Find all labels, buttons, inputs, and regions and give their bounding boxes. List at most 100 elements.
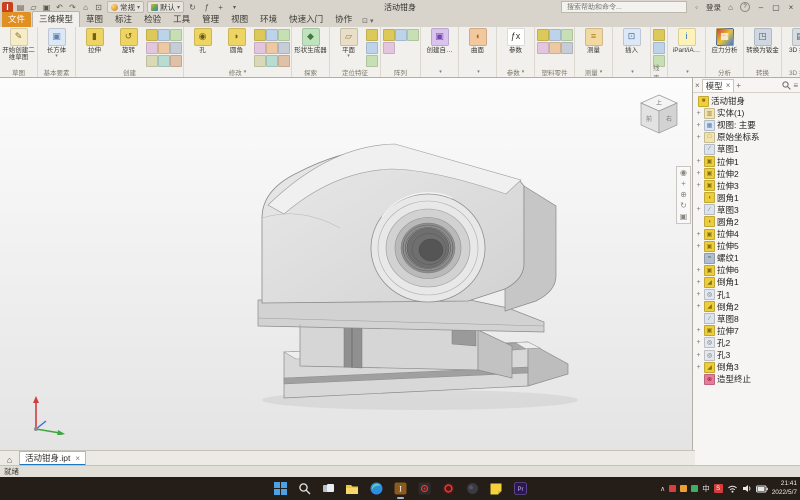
ribbon-tab-10[interactable]: 协作 (329, 12, 358, 27)
point-icon[interactable] (366, 42, 378, 54)
taskbar-edge-icon[interactable] (369, 481, 384, 496)
button-fx[interactable]: ƒx参数 (499, 28, 532, 54)
expand-icon[interactable]: + (695, 327, 702, 334)
browser-tab-model[interactable]: 模型 × (702, 79, 735, 92)
close-panel-icon[interactable]: × (695, 81, 700, 90)
restore-button[interactable]: ▢ (769, 1, 783, 13)
rule-fillet-icon[interactable] (549, 42, 561, 54)
copy-object-icon[interactable] (278, 55, 290, 67)
search-input[interactable] (565, 3, 683, 12)
help-search[interactable] (561, 1, 687, 13)
tree-item-拉伸7[interactable]: +▣拉伸7 (695, 325, 800, 337)
harness2-icon[interactable] (653, 42, 665, 54)
orbit-icon[interactable]: ↻ (680, 202, 687, 210)
expand-icon[interactable]: + (695, 279, 702, 286)
expand-icon[interactable]: + (695, 170, 702, 177)
ribbon-tab-1[interactable]: 三维模型 (32, 11, 80, 27)
harness1-icon[interactable] (653, 29, 665, 41)
tree-item-螺纹1[interactable]: ≈螺纹1 (695, 252, 800, 264)
app-logo[interactable]: I (2, 2, 13, 13)
sign-in-link[interactable]: 登录 (706, 2, 721, 13)
add-tab-icon[interactable]: + (736, 81, 741, 90)
tree-item-草图3[interactable]: +∕草图3 (695, 204, 800, 216)
button-sheetmetal[interactable]: ◳转换为钣金 (746, 28, 779, 54)
ime-indicator[interactable]: 中 (702, 483, 710, 494)
button-insert[interactable]: ⊡插入 (615, 28, 648, 54)
sweep-icon[interactable] (146, 29, 158, 41)
tree-item-圆角2[interactable]: ◖圆角2 (695, 216, 800, 228)
taskbar-camera-app-icon[interactable] (417, 481, 432, 496)
toolbar-overflow-icon[interactable]: ▾ (229, 2, 240, 13)
tree-item-草图1[interactable]: ∕草图1 (695, 143, 800, 155)
ribbon-tab-5[interactable]: 工具 (167, 12, 196, 27)
tree-item-拉伸1[interactable]: +▣拉伸1 (695, 155, 800, 167)
tree-item-拉伸6[interactable]: +▣拉伸6 (695, 264, 800, 276)
button-freeform[interactable]: ▣创建自… (423, 28, 456, 54)
rest-icon[interactable] (561, 29, 573, 41)
menu-icon[interactable]: ≡ (793, 81, 798, 90)
tree-item-拉伸3[interactable]: +▣拉伸3 (695, 180, 800, 192)
shell-icon[interactable] (254, 29, 266, 41)
tree-item-视图: 主要[interactable]: +▦视图: 主要 (695, 119, 800, 131)
close-document-icon[interactable]: × (75, 454, 80, 463)
thread-icon[interactable] (278, 29, 290, 41)
ribbon-display-options-icon[interactable]: ⊡ ▾ (358, 15, 377, 27)
delete-face-icon[interactable] (254, 55, 266, 67)
zoom-icon[interactable]: ⊕ (680, 191, 687, 199)
look-at-icon[interactable]: ▣ (680, 213, 688, 221)
expand-icon[interactable]: + (695, 339, 702, 346)
taskbar-dark-app-icon[interactable] (465, 481, 480, 496)
ribbon-tab-8[interactable]: 环境 (254, 12, 283, 27)
3d-viewport[interactable]: 上 前 右 ◉ + ⊕ ↻ ▣ (0, 78, 693, 451)
boss-icon[interactable] (549, 29, 561, 41)
expand-icon[interactable]: + (695, 364, 702, 371)
button-ipart[interactable]: iiPart/iA… (670, 28, 703, 54)
tree-item-拉伸2[interactable]: +▣拉伸2 (695, 168, 800, 180)
tree-item-拉伸4[interactable]: +▣拉伸4 (695, 228, 800, 240)
wifi-icon[interactable] (727, 484, 738, 493)
draft-icon[interactable] (266, 29, 278, 41)
rib-icon[interactable] (158, 42, 170, 54)
expand-icon[interactable]: + (695, 110, 702, 117)
derive-icon[interactable] (170, 42, 182, 54)
tree-item-倒角3[interactable]: +◢倒角3 (695, 361, 800, 373)
pan-icon[interactable]: + (681, 180, 686, 188)
rect-pattern-icon[interactable] (383, 29, 395, 41)
home-icon[interactable]: ⌂ (80, 2, 91, 13)
lip-icon[interactable] (561, 42, 573, 54)
tree-item-拉伸5[interactable]: +▣拉伸5 (695, 240, 800, 252)
expand-icon[interactable]: + (695, 182, 702, 189)
tray-app-orange-icon[interactable] (680, 485, 687, 492)
battery-icon[interactable] (756, 485, 768, 493)
expand-icon[interactable]: + (695, 231, 702, 238)
tray-app-red-icon[interactable] (669, 485, 676, 492)
button-extrude[interactable]: ▮拉伸 (78, 28, 111, 54)
ribbon-tab-3[interactable]: 标注 (109, 12, 138, 27)
sketch-pattern-icon[interactable] (383, 42, 395, 54)
expand-icon[interactable]: + (695, 303, 702, 310)
expand-icon[interactable]: + (695, 291, 702, 298)
button-plane[interactable]: ▱平面▾ (332, 28, 365, 60)
expand-icon[interactable]: + (695, 134, 702, 141)
document-tab[interactable]: 活动钳身.ipt × (19, 451, 86, 466)
tree-item-孔2[interactable]: +◎孔2 (695, 337, 800, 349)
new-file-icon[interactable]: ▤ (15, 2, 26, 13)
tree-item-孔1[interactable]: +◎孔1 (695, 289, 800, 301)
button-revolve[interactable]: ↺旋转 (112, 28, 145, 54)
tray-badge-icon[interactable]: S (714, 484, 723, 493)
grill-icon[interactable] (537, 29, 549, 41)
tree-item-倒角2[interactable]: +◢倒角2 (695, 301, 800, 313)
button-sketch2d[interactable]: ✎开始创建二维草图 (2, 28, 35, 61)
expand-icon[interactable]: + (695, 267, 702, 274)
volume-icon[interactable] (742, 484, 752, 493)
taskbar-clock[interactable]: 21:41 2022/5/7 (772, 480, 797, 496)
mirror-icon[interactable] (395, 29, 407, 41)
tree-item-实体(1)[interactable]: +▥实体(1) (695, 107, 800, 119)
move-body-icon[interactable] (266, 55, 278, 67)
button-shapegen[interactable]: ◆形状生成器 (294, 28, 327, 54)
tree-item-倒角1[interactable]: +◢倒角1 (695, 276, 800, 288)
taskbar-recorder-app-icon[interactable] (441, 481, 456, 496)
taskbar-inventor-icon[interactable]: I (393, 481, 408, 496)
tree-item-圆角1[interactable]: ◖圆角1 (695, 192, 800, 204)
expand-icon[interactable]: + (695, 158, 702, 165)
